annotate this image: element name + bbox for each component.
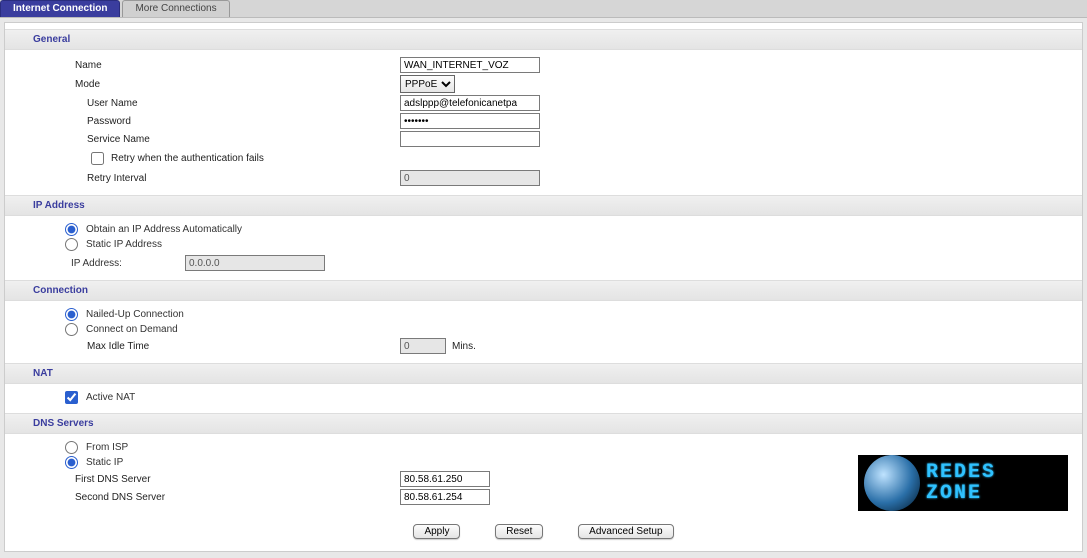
input-first-dns[interactable] [400,471,490,487]
label-ip-static: Static IP Address [86,239,162,250]
select-mode[interactable]: PPPoE [400,75,455,93]
redeszone-logo: REDES ZONE [858,455,1068,511]
section-connection-title: Connection [5,280,1082,301]
radio-on-demand[interactable] [65,323,78,336]
input-name[interactable] [400,57,540,73]
input-password[interactable] [400,113,540,129]
label-on-demand: Connect on Demand [86,324,178,335]
tab-bar: Internet Connection More Connections [0,0,1087,18]
input-retry-interval [400,170,540,186]
label-active-nat: Active NAT [86,392,135,403]
section-general-title: General [5,29,1082,50]
label-mode: Mode [5,79,400,90]
settings-panel: General Name Mode PPPoE User Name Passwo… [4,22,1083,552]
label-max-idle: Max Idle Time [5,341,400,352]
checkbox-active-nat[interactable] [65,391,78,404]
radio-nailed-up[interactable] [65,308,78,321]
label-retry-interval: Retry Interval [5,173,400,184]
radio-ip-auto[interactable] [65,223,78,236]
label-dns-static: Static IP [86,457,123,468]
label-ip-auto: Obtain an IP Address Automatically [86,224,242,235]
logo-text-1: REDES [926,462,996,483]
logo-text-2: ZONE [926,483,996,504]
button-bar: Apply Reset Advanced Setup [5,508,1082,539]
label-dns-isp: From ISP [86,442,128,453]
section-dns-title: DNS Servers [5,413,1082,434]
label-first-dns: First DNS Server [5,474,400,485]
section-nat-title: NAT [5,363,1082,384]
input-max-idle [400,338,446,354]
label-ip-address: IP Address: [65,258,165,269]
label-mins: Mins. [452,341,476,352]
tab-internet-connection[interactable]: Internet Connection [0,0,120,17]
input-service-name[interactable] [400,131,540,147]
reset-button[interactable]: Reset [495,524,543,539]
label-nailed-up: Nailed-Up Connection [86,309,184,320]
label-second-dns: Second DNS Server [5,492,400,503]
label-service-name: Service Name [5,134,400,145]
apply-button[interactable]: Apply [413,524,460,539]
label-retry-auth: Retry when the authentication fails [111,153,264,164]
radio-ip-static[interactable] [65,238,78,251]
checkbox-retry-auth[interactable] [91,152,104,165]
tab-more-connections[interactable]: More Connections [122,0,229,17]
input-username[interactable] [400,95,540,111]
input-second-dns[interactable] [400,489,490,505]
label-name: Name [5,60,400,71]
globe-icon [864,455,920,511]
label-username: User Name [5,98,400,109]
section-ip-title: IP Address [5,195,1082,216]
radio-dns-isp[interactable] [65,441,78,454]
label-password: Password [5,116,400,127]
advanced-setup-button[interactable]: Advanced Setup [578,524,673,539]
input-ip-address [185,255,325,271]
radio-dns-static[interactable] [65,456,78,469]
